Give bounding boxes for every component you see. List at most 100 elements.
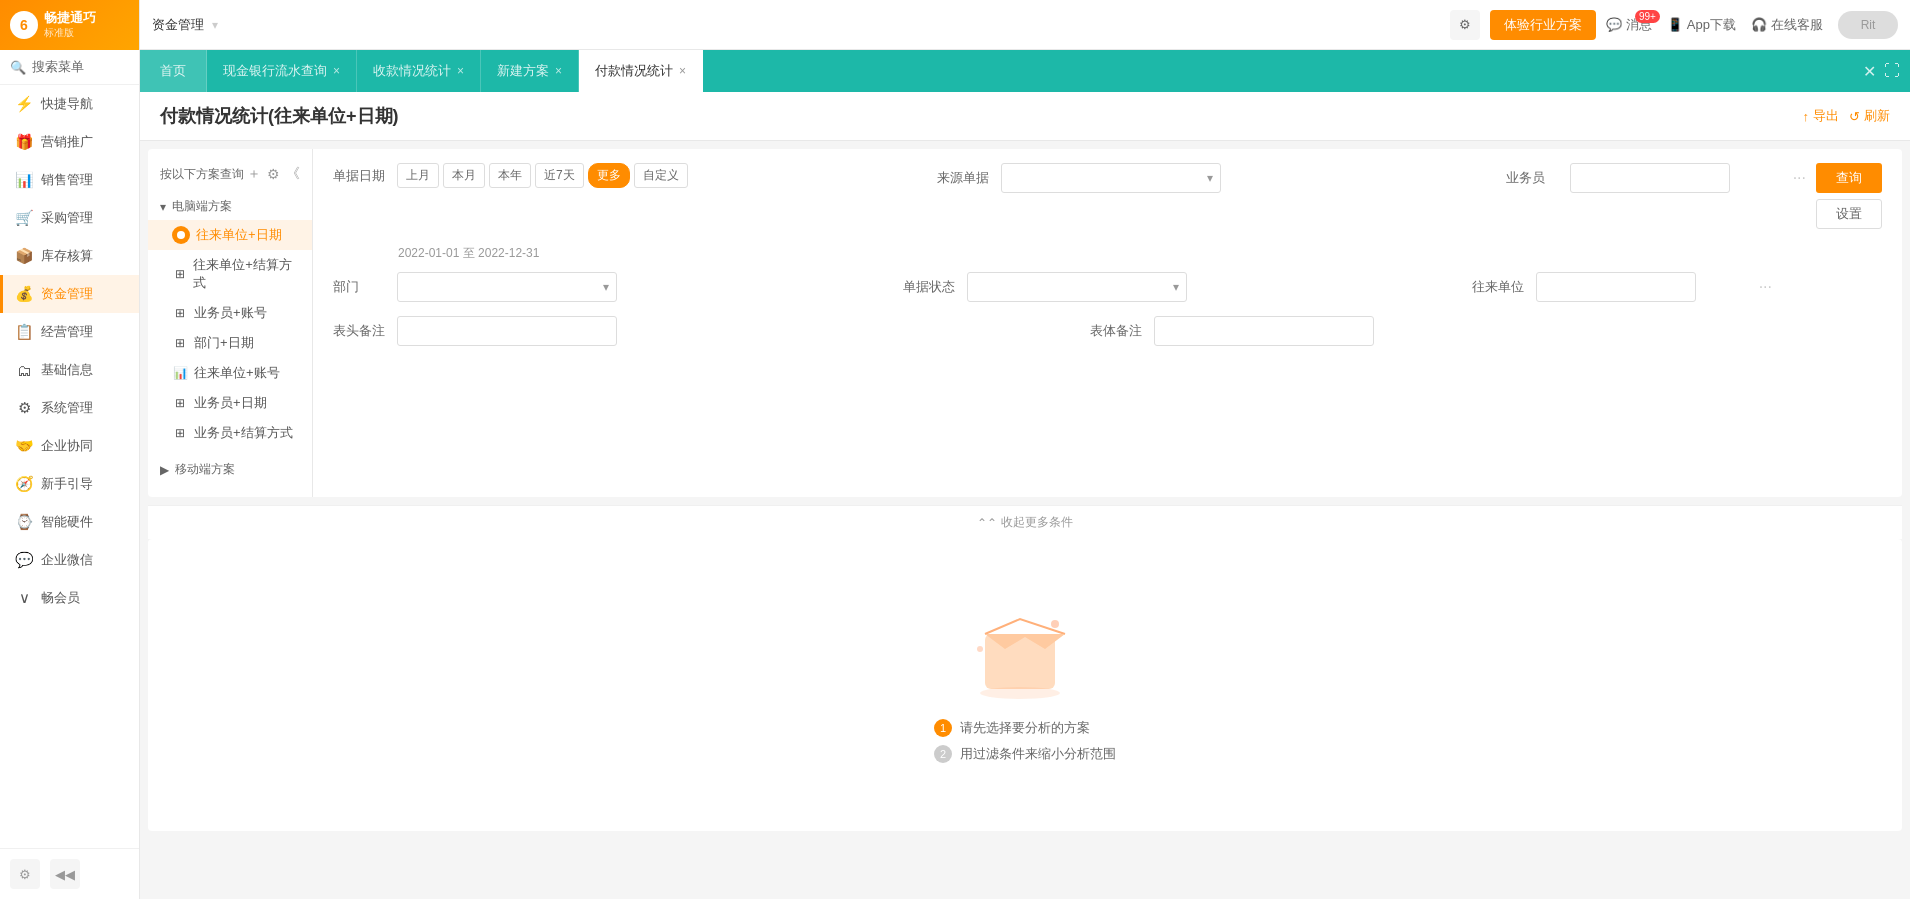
collapse-more-btn[interactable]: ⌃⌃ 收起更多条件 [977, 514, 1073, 531]
counterparty-input[interactable] [1536, 272, 1696, 302]
search-label: 搜索菜单 [32, 58, 84, 76]
sidebar-item-sales[interactable]: 📊 销售管理 [0, 161, 139, 199]
scheme-settings-btn[interactable]: ⚙ [267, 166, 280, 182]
collapse-sidebar-btn[interactable]: ◀◀ [50, 859, 80, 889]
service-label: 在线客服 [1771, 16, 1823, 34]
sidebar-item-enterprise[interactable]: 🤝 企业协同 [0, 427, 139, 465]
filter-row-3: 表头备注 表体备注 [333, 316, 1882, 346]
scheme-item-staff-account-label: 业务员+账号 [194, 304, 267, 322]
sidebar-item-hardware[interactable]: ⌚ 智能硬件 [0, 503, 139, 541]
filter-row-2: 部门 ▾ 单据状态 ▾ [333, 272, 1882, 302]
tab-payment-stats-close[interactable]: × [679, 64, 686, 78]
refresh-label: 刷新 [1864, 107, 1890, 125]
scheme-item-unit-date[interactable]: 往来单位+日期 [148, 220, 312, 250]
dept-input[interactable] [397, 272, 617, 302]
sidebar-item-basic-info[interactable]: 🗂 基础信息 [0, 351, 139, 389]
sidebar: 6 畅捷通巧 标准版 🔍 搜索菜单 ⚡ 快捷导航 🎁 营销推广 📊 销售管理 🛒… [0, 0, 140, 899]
tab-new-scheme[interactable]: 新建方案 × [481, 50, 579, 92]
date-btn-more[interactable]: 更多 [588, 163, 630, 188]
topbar-app-download[interactable]: 📱 App下载 [1667, 16, 1736, 34]
scheme-item-staff-settlement[interactable]: ⊞ 业务员+结算方式 [148, 418, 312, 448]
sidebar-item-icon-basic-info: 🗂 [15, 361, 33, 379]
source-label: 来源单据 [937, 169, 993, 187]
source-select[interactable]: ▾ [1001, 163, 1221, 193]
dept-select[interactable]: ▾ [397, 272, 617, 302]
staff-select[interactable] [1570, 163, 1785, 193]
sidebar-item-marketing[interactable]: 🎁 营销推广 [0, 123, 139, 161]
sidebar-nav: ⚡ 快捷导航 🎁 营销推广 📊 销售管理 🛒 采购管理 📦 库存核算 💰 资金管… [0, 85, 139, 848]
staff-dots-btn[interactable]: ··· [1793, 169, 1806, 187]
scheme-collapse-btn[interactable]: 《 [286, 165, 300, 183]
doc-status-input[interactable] [967, 272, 1187, 302]
scheme-add-btn[interactable]: ＋ [247, 165, 261, 183]
trial-btn[interactable]: 体验行业方案 [1490, 10, 1596, 40]
date-btn-this-year[interactable]: 本年 [489, 163, 531, 188]
scheme-item-staff-account[interactable]: ⊞ 业务员+账号 [148, 298, 312, 328]
scheme-item-staff-date[interactable]: ⊞ 业务员+日期 [148, 388, 312, 418]
sidebar-item-icon-wechat: 💬 [15, 551, 33, 569]
app-label: App下载 [1687, 16, 1736, 34]
sidebar-item-label-system: 系统管理 [41, 399, 93, 417]
tabbar: 首页 现金银行流水查询 × 收款情况统计 × 新建方案 × 付款情况统计 × ✕… [140, 50, 1910, 92]
settings-btn[interactable]: 设置 [1816, 199, 1882, 229]
sidebar-item-quick-nav[interactable]: ⚡ 快捷导航 [0, 85, 139, 123]
sidebar-item-label-vip: 畅会员 [41, 589, 80, 607]
sidebar-item-label-purchase: 采购管理 [41, 209, 93, 227]
sidebar-logo: 6 畅捷通巧 标准版 [0, 0, 139, 50]
tab-home[interactable]: 首页 [140, 50, 207, 92]
tab-payment-stats-label: 付款情况统计 [595, 62, 673, 80]
service-icon: 🎧 [1751, 17, 1767, 32]
tab-new-scheme-close[interactable]: × [555, 64, 562, 78]
tab-receipt-stats[interactable]: 收款情况统计 × [357, 50, 481, 92]
scheme-item-dept-date[interactable]: ⊞ 部门+日期 [148, 328, 312, 358]
close-tab-ctrl[interactable]: ✕ [1863, 62, 1876, 81]
table-icon-4: ⊞ [172, 395, 188, 411]
maximize-tab-ctrl[interactable]: ⛶ [1884, 62, 1900, 80]
topbar-settings-btn[interactable]: ⚙ [1450, 10, 1480, 40]
scheme-item-unit-account[interactable]: 📊 往来单位+账号 [148, 358, 312, 388]
staff-input[interactable] [1570, 163, 1730, 193]
page-content: 付款情况统计(往来单位+日期) ↑ 导出 ↺ 刷新 按以下方案查询 ＋ [140, 92, 1910, 899]
table-icon: ⊞ [172, 266, 187, 282]
topbar-messages[interactable]: 💬 消息 99+ [1606, 16, 1652, 34]
sidebar-item-finance[interactable]: 💰 资金管理 [0, 275, 139, 313]
export-btn[interactable]: ↑ 导出 [1803, 107, 1840, 125]
filter-field-source: 来源单据 ▾ [937, 163, 1257, 193]
sidebar-item-guide[interactable]: 🧭 新手引导 [0, 465, 139, 503]
sidebar-item-purchase[interactable]: 🛒 采购管理 [0, 199, 139, 237]
refresh-btn[interactable]: ↺ 刷新 [1849, 107, 1890, 125]
date-btn-this-month[interactable]: 本月 [443, 163, 485, 188]
settings-bottom-btn[interactable]: ⚙ [10, 859, 40, 889]
sidebar-item-vip[interactable]: ∨ 畅会员 [0, 579, 139, 617]
tab-bank-flow[interactable]: 现金银行流水查询 × [207, 50, 357, 92]
sidebar-item-inventory[interactable]: 📦 库存核算 [0, 237, 139, 275]
sidebar-item-operations[interactable]: 📋 经营管理 [0, 313, 139, 351]
date-btn-custom[interactable]: 自定义 [634, 163, 688, 188]
counterparty-select[interactable] [1536, 272, 1751, 302]
sidebar-search[interactable]: 🔍 搜索菜单 [0, 50, 139, 85]
tab-payment-stats[interactable]: 付款情况统计 × [579, 50, 703, 92]
date-btn-7days[interactable]: 近7天 [535, 163, 584, 188]
counterparty-dots-btn[interactable]: ··· [1759, 278, 1772, 296]
sidebar-item-label-finance: 资金管理 [41, 285, 93, 303]
sidebar-item-system[interactable]: ⚙ 系统管理 [0, 389, 139, 427]
scheme-item-unit-settlement[interactable]: ⊞ 往来单位+结算方式 [148, 250, 312, 298]
empty-state: 1 请先选择要分析的方案 2 用过滤条件来缩小分析范围 [148, 539, 1902, 831]
filter-field-date: 单据日期 上月 本月 本年 近7天 更多 自定义 [333, 163, 688, 188]
source-input[interactable] [1001, 163, 1221, 193]
tab-receipt-stats-close[interactable]: × [457, 64, 464, 78]
header-note-input[interactable] [397, 316, 617, 346]
doc-status-select[interactable]: ▾ [967, 272, 1187, 302]
topbar-online-service[interactable]: 🎧 在线客服 [1751, 16, 1823, 34]
scheme-group-pc-header[interactable]: ▾ 电脑端方案 [148, 193, 312, 220]
date-btn-last-month[interactable]: 上月 [397, 163, 439, 188]
sidebar-item-label-quick-nav: 快捷导航 [41, 95, 93, 113]
sidebar-item-icon-hardware: ⌚ [15, 513, 33, 531]
body-note-input[interactable] [1154, 316, 1374, 346]
tab-bank-flow-close[interactable]: × [333, 64, 340, 78]
collapse-bar: ⌃⌃ 收起更多条件 [148, 505, 1902, 539]
sidebar-item-wechat[interactable]: 💬 企业微信 [0, 541, 139, 579]
user-avatar[interactable]: Rit [1838, 11, 1898, 39]
query-btn[interactable]: 查询 [1816, 163, 1882, 193]
scheme-group-mobile-header[interactable]: ▶ 移动端方案 [148, 456, 312, 483]
